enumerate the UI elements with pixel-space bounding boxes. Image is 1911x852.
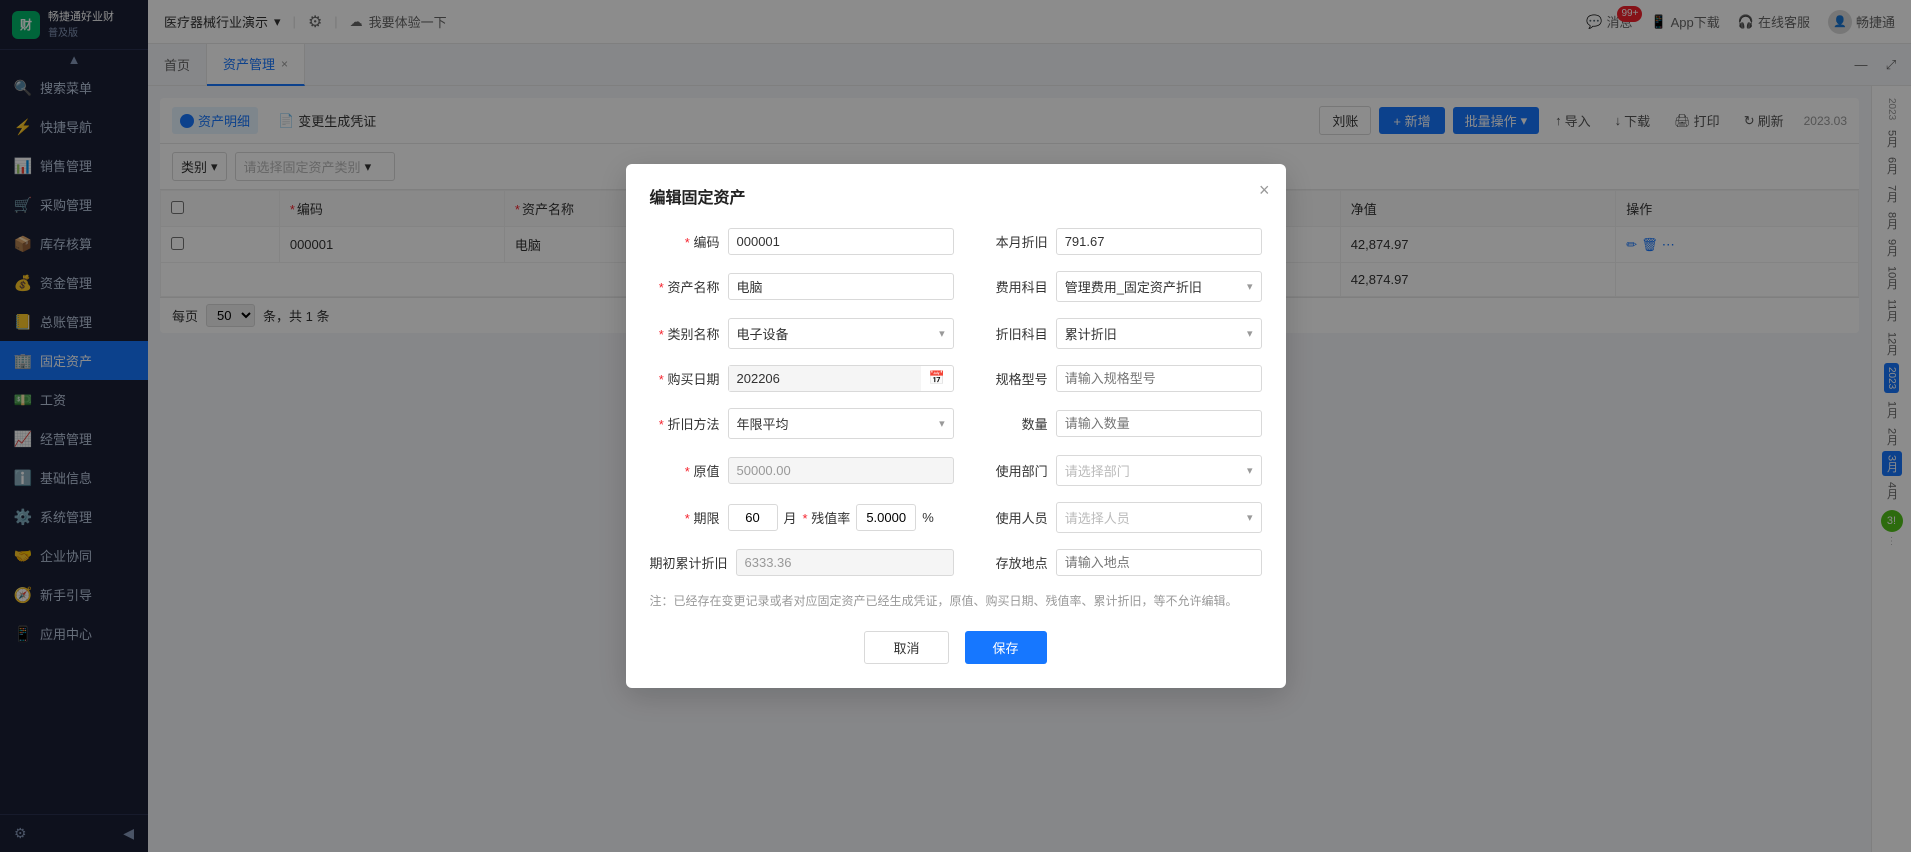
expense-subject-arrow: ▾ bbox=[1247, 280, 1253, 293]
edit-fixed-asset-modal: 编辑固定资产 × * 编码 本月折旧 * 资产名称 bbox=[626, 164, 1286, 688]
location-input[interactable] bbox=[1056, 549, 1262, 576]
initial-depreciation-input[interactable] bbox=[736, 549, 954, 576]
expense-subject-select[interactable]: 管理费用_固定资产折旧 ▾ bbox=[1056, 271, 1262, 302]
calendar-icon[interactable]: 📅 bbox=[921, 370, 953, 386]
code-input[interactable] bbox=[728, 228, 954, 255]
user-placeholder: 请选择人员 bbox=[1065, 508, 1130, 527]
form-row-code: * 编码 bbox=[650, 228, 954, 255]
modal-overlay: 编辑固定资产 × * 编码 本月折旧 * 资产名称 bbox=[0, 0, 1911, 852]
dept-arrow: ▾ bbox=[1247, 464, 1253, 477]
depreciation-method-value: 年限平均 bbox=[737, 414, 789, 433]
original-value-input[interactable] bbox=[728, 457, 954, 484]
code-label: * 编码 bbox=[650, 232, 720, 251]
department-select[interactable]: 请选择部门 ▾ bbox=[1056, 455, 1262, 486]
expense-subject-label: 费用科目 bbox=[978, 277, 1048, 296]
form-row-location: 存放地点 bbox=[978, 549, 1262, 576]
monthly-depreciation-input[interactable] bbox=[1056, 228, 1262, 255]
modal-footer: 取消 保存 bbox=[650, 631, 1262, 664]
cancel-button[interactable]: 取消 bbox=[864, 631, 948, 664]
form-row-category: * 类别名称 电子设备 ▾ bbox=[650, 318, 954, 349]
form-row-spec: 规格型号 bbox=[978, 365, 1262, 392]
department-label: 使用部门 bbox=[978, 461, 1048, 480]
form-row-original-value: * 原值 bbox=[650, 455, 954, 486]
form-row-period: * 期限 月 * 残值率 % bbox=[650, 502, 954, 533]
depreciation-method-select[interactable]: 年限平均 ▾ bbox=[728, 408, 954, 439]
form-row-user: 使用人员 请选择人员 ▾ bbox=[978, 502, 1262, 533]
form-row-depreciation-method: * 折旧方法 年限平均 ▾ bbox=[650, 408, 954, 439]
user-label: 使用人员 bbox=[978, 508, 1048, 527]
name-label: * 资产名称 bbox=[650, 277, 720, 296]
spec-input[interactable] bbox=[1056, 365, 1262, 392]
purchase-date-label: * 购买日期 bbox=[650, 369, 720, 388]
modal-title: 编辑固定资产 bbox=[650, 184, 1262, 208]
user-select[interactable]: 请选择人员 ▾ bbox=[1056, 502, 1262, 533]
form-row-expense-subject: 费用科目 管理费用_固定资产折旧 ▾ bbox=[978, 271, 1262, 302]
form-row-monthly-depreciation: 本月折旧 bbox=[978, 228, 1262, 255]
name-input[interactable] bbox=[728, 273, 954, 300]
modal-form: * 编码 本月折旧 * 资产名称 费用科目 管理费用_固定 bbox=[650, 228, 1262, 576]
depreciation-subject-label: 折旧科目 bbox=[978, 324, 1048, 343]
form-row-depreciation-subject: 折旧科目 累计折旧 ▾ bbox=[978, 318, 1262, 349]
form-row-department: 使用部门 请选择部门 ▾ bbox=[978, 455, 1262, 486]
depreciation-subject-arrow: ▾ bbox=[1247, 327, 1253, 340]
depreciation-subject-select[interactable]: 累计折旧 ▾ bbox=[1056, 318, 1262, 349]
depreciation-method-label: * 折旧方法 bbox=[650, 414, 720, 433]
save-button[interactable]: 保存 bbox=[965, 631, 1047, 664]
quantity-input[interactable] bbox=[1056, 410, 1262, 437]
quantity-label: 数量 bbox=[978, 414, 1048, 433]
form-row-initial-depreciation: 期初累计折旧 bbox=[650, 549, 954, 576]
period-row: 月 * 残值率 % bbox=[728, 504, 934, 531]
form-row-purchase-date: * 购买日期 📅 bbox=[650, 365, 954, 392]
purchase-date-field[interactable]: 📅 bbox=[728, 365, 954, 392]
form-row-quantity: 数量 bbox=[978, 408, 1262, 439]
rate-unit: % bbox=[922, 510, 934, 525]
category-value: 电子设备 bbox=[737, 324, 789, 343]
department-placeholder: 请选择部门 bbox=[1065, 461, 1130, 480]
monthly-depreciation-label: 本月折旧 bbox=[978, 232, 1048, 251]
residual-rate-label-inline: * 残值率 bbox=[803, 508, 851, 527]
modal-close-button[interactable]: × bbox=[1259, 180, 1270, 201]
original-value-label: * 原值 bbox=[650, 461, 720, 480]
form-row-name: * 资产名称 bbox=[650, 271, 954, 302]
spec-label: 规格型号 bbox=[978, 369, 1048, 388]
depreciation-subject-value: 累计折旧 bbox=[1065, 324, 1117, 343]
initial-depreciation-label: 期初累计折旧 bbox=[650, 553, 728, 572]
method-arrow: ▾ bbox=[939, 417, 945, 430]
period-label: * 期限 bbox=[650, 508, 720, 527]
period-unit: 月 bbox=[784, 508, 797, 527]
location-label: 存放地点 bbox=[978, 553, 1048, 572]
category-select[interactable]: 电子设备 ▾ bbox=[728, 318, 954, 349]
purchase-date-input[interactable] bbox=[729, 366, 921, 391]
expense-subject-value: 管理费用_固定资产折旧 bbox=[1065, 277, 1202, 296]
residual-rate-input[interactable] bbox=[856, 504, 916, 531]
category-label: * 类别名称 bbox=[650, 324, 720, 343]
category-arrow: ▾ bbox=[939, 327, 945, 340]
user-arrow: ▾ bbox=[1247, 511, 1253, 524]
modal-note: 注：已经存在变更记录或者对应固定资产已经生成凭证，原值、购买日期、残值率、累计折… bbox=[650, 592, 1262, 611]
period-input[interactable] bbox=[728, 504, 778, 531]
